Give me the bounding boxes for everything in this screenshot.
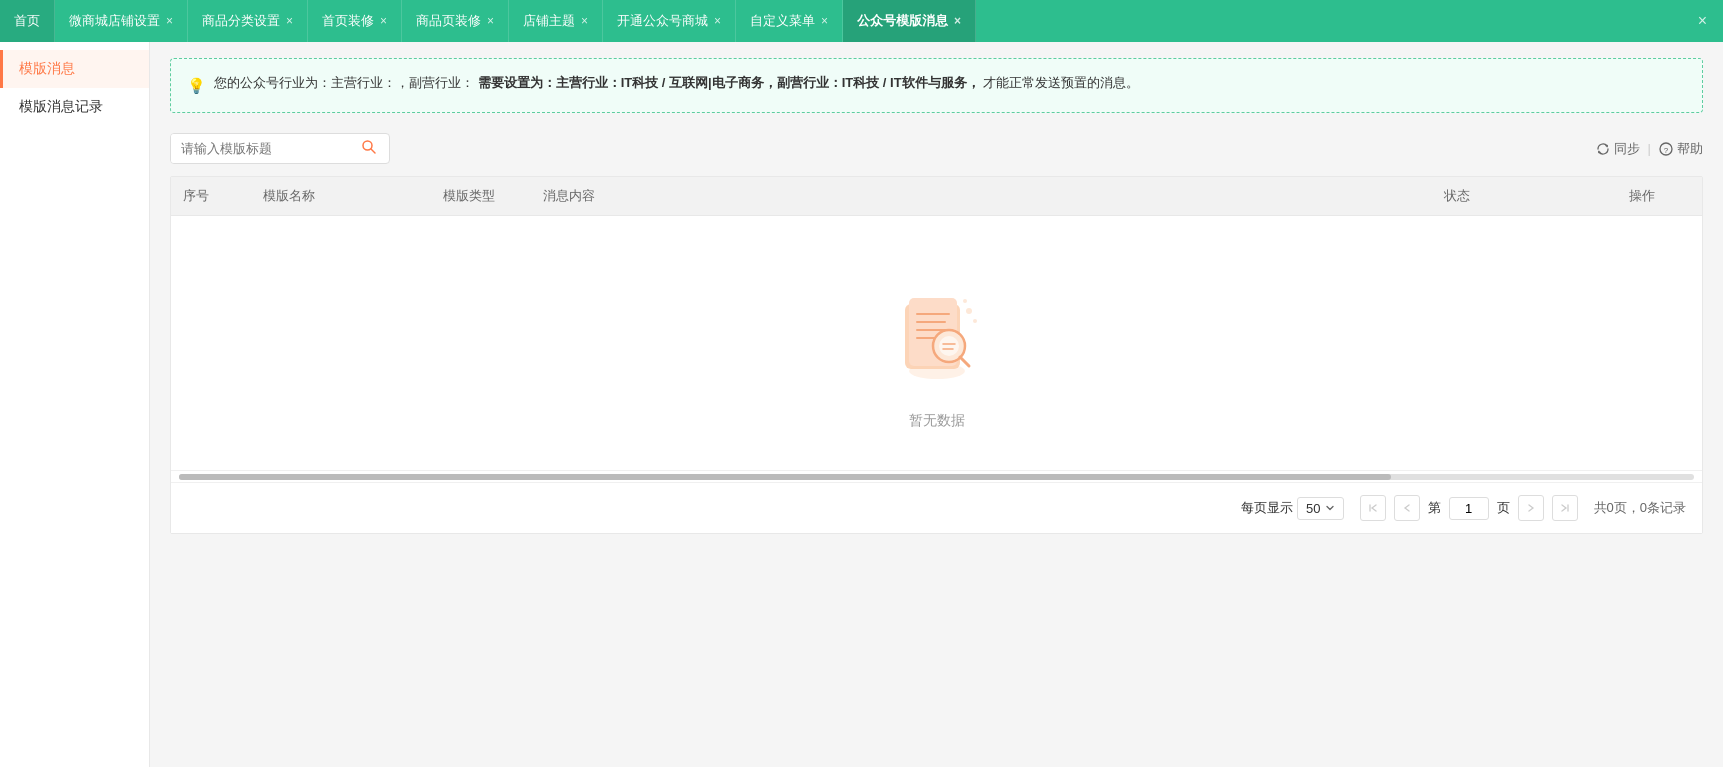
notice-text: 您的公众号行业为：主营行业：，副营行业： 需要设置为：主营行业：IT科技 / 互…: [214, 73, 1139, 94]
nav-tab-theme-close[interactable]: ×: [581, 14, 588, 28]
page-size-label: 每页显示: [1241, 499, 1293, 517]
nav-tab-category-label: 商品分类设置: [202, 12, 280, 30]
th-type: 模版类型: [431, 177, 531, 215]
page-unit: 页: [1497, 499, 1510, 517]
notice-text-suffix: 才能正常发送预置的消息。: [983, 75, 1139, 90]
nav-tab-weishop-label: 微商城店铺设置: [69, 12, 160, 30]
chevron-left-icon: [1403, 503, 1411, 513]
divider: |: [1648, 141, 1651, 156]
th-action: 操作: [1582, 177, 1702, 215]
nav-tab-template-label: 公众号模版消息: [857, 12, 948, 30]
search-input[interactable]: [171, 134, 351, 163]
page-last-button[interactable]: [1552, 495, 1578, 521]
scrollbar-track[interactable]: [179, 474, 1694, 480]
help-label: 帮助: [1677, 140, 1703, 158]
th-seq: 序号: [171, 177, 251, 215]
sync-label: 同步: [1614, 140, 1640, 158]
sidebar: 模版消息 模版消息记录: [0, 42, 150, 767]
nav-tab-homepage[interactable]: 首页装修 ×: [308, 0, 402, 42]
svg-point-16: [966, 308, 972, 314]
nav-tab-menu-label: 自定义菜单: [750, 12, 815, 30]
page-size-value: 50: [1306, 501, 1320, 516]
page-label: 第: [1428, 499, 1441, 517]
main-layout: 模版消息 模版消息记录 💡 您的公众号行业为：主营行业：，副营行业： 需要设置为…: [0, 42, 1723, 767]
scrollbar-thumb[interactable]: [179, 474, 1391, 480]
nav-tab-home[interactable]: 首页: [0, 0, 55, 42]
th-name: 模版名称: [251, 177, 431, 215]
empty-illustration: [877, 276, 997, 396]
svg-line-1: [371, 149, 375, 153]
nav-tab-mall[interactable]: 开通公众号商城 ×: [603, 0, 736, 42]
nav-tab-template[interactable]: 公众号模版消息 ×: [843, 0, 976, 42]
nav-tab-product[interactable]: 商品页装修 ×: [402, 0, 509, 42]
empty-text: 暂无数据: [909, 412, 965, 430]
nav-tab-menu-close[interactable]: ×: [821, 14, 828, 28]
nav-tab-menu[interactable]: 自定义菜单 ×: [736, 0, 843, 42]
svg-point-17: [973, 319, 977, 323]
search-input-wrap: [170, 133, 390, 164]
page-first-icon: [1368, 503, 1378, 513]
svg-point-18: [963, 299, 967, 303]
search-bar: 同步 | ? 帮助: [170, 133, 1703, 164]
sidebar-item-template-records-label: 模版消息记录: [19, 98, 103, 114]
top-nav: 首页 微商城店铺设置 × 商品分类设置 × 首页装修 × 商品页装修 × 店铺主…: [0, 0, 1723, 42]
notice-icon: 💡: [187, 74, 206, 98]
nav-tab-mall-label: 开通公众号商城: [617, 12, 708, 30]
page-size-select: 每页显示 50: [1241, 497, 1343, 520]
th-content: 消息内容: [531, 177, 1432, 215]
sidebar-item-template-msg-label: 模版消息: [19, 60, 75, 76]
nav-tab-weishop[interactable]: 微商城店铺设置 ×: [55, 0, 188, 42]
nav-tab-theme-label: 店铺主题: [523, 12, 575, 30]
notice-text-highlight: 需要设置为：主营行业：IT科技 / 互联网|电子商务，副营行业：IT科技 / I…: [478, 75, 980, 90]
sync-icon: [1596, 142, 1610, 156]
page-input[interactable]: [1449, 497, 1489, 520]
table-header: 序号 模版名称 模版类型 消息内容 状态 操作: [171, 177, 1702, 216]
nav-tab-weishop-close[interactable]: ×: [166, 14, 173, 28]
search-actions: 同步 | ? 帮助: [1596, 140, 1703, 158]
nav-tab-product-close[interactable]: ×: [487, 14, 494, 28]
nav-tab-theme[interactable]: 店铺主题 ×: [509, 0, 603, 42]
chevron-down-icon: [1325, 503, 1335, 513]
nav-tab-product-label: 商品页装修: [416, 12, 481, 30]
svg-text:?: ?: [1664, 146, 1669, 155]
nav-tab-category[interactable]: 商品分类设置 ×: [188, 0, 308, 42]
notice-text-prefix: 您的公众号行业为：主营行业：，副营行业：: [214, 75, 474, 90]
empty-state: 暂无数据: [171, 216, 1702, 470]
nav-tab-homepage-close[interactable]: ×: [380, 14, 387, 28]
search-button[interactable]: [351, 139, 387, 159]
help-icon: ?: [1659, 142, 1673, 156]
search-icon: [361, 139, 377, 155]
table-wrap: 序号 模版名称 模版类型 消息内容 状态 操作: [170, 176, 1703, 534]
nav-tab-home-label: 首页: [14, 12, 40, 30]
nav-tab-mall-close[interactable]: ×: [714, 14, 721, 28]
help-button[interactable]: ? 帮助: [1659, 140, 1703, 158]
page-prev-button[interactable]: [1394, 495, 1420, 521]
scrollbar-wrap[interactable]: [171, 470, 1702, 482]
nav-tab-homepage-label: 首页装修: [322, 12, 374, 30]
th-status: 状态: [1432, 177, 1582, 215]
nav-tab-template-close[interactable]: ×: [954, 14, 961, 28]
svg-line-13: [960, 357, 969, 366]
content-area: 💡 您的公众号行业为：主营行业：，副营行业： 需要设置为：主营行业：IT科技 /…: [150, 42, 1723, 767]
chevron-right-icon: [1527, 503, 1535, 513]
page-first-button[interactable]: [1360, 495, 1386, 521]
pagination: 每页显示 50: [171, 482, 1702, 533]
close-all-button[interactable]: ×: [1682, 12, 1723, 30]
notice-box: 💡 您的公众号行业为：主营行业：，副营行业： 需要设置为：主营行业：IT科技 /…: [170, 58, 1703, 113]
sync-button[interactable]: 同步: [1596, 140, 1640, 158]
sidebar-item-template-records[interactable]: 模版消息记录: [0, 88, 149, 126]
svg-point-12: [939, 336, 959, 356]
page-next-button[interactable]: [1518, 495, 1544, 521]
nav-tab-category-close[interactable]: ×: [286, 14, 293, 28]
sidebar-item-template-msg[interactable]: 模版消息: [0, 50, 149, 88]
page-last-icon: [1560, 503, 1570, 513]
page-total: 共0页，0条记录: [1594, 499, 1686, 517]
page-size-dropdown[interactable]: 50: [1297, 497, 1343, 520]
